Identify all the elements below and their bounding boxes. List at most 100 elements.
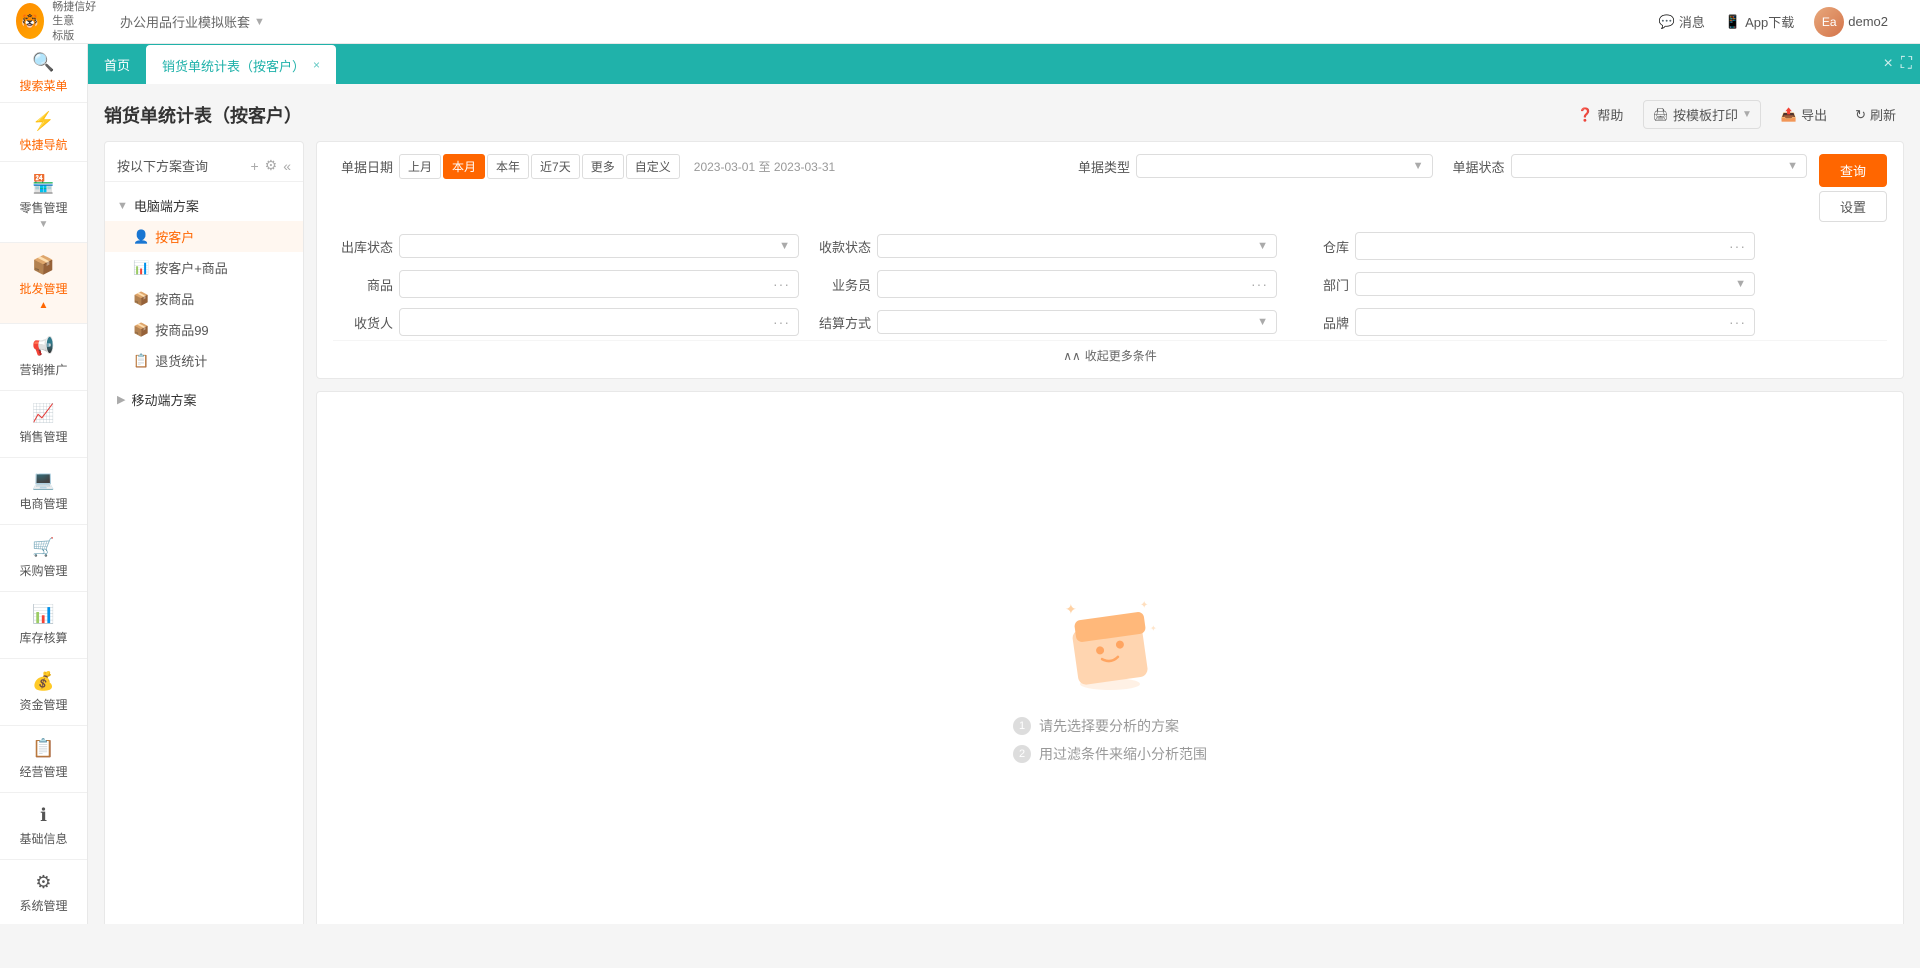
date-label: 单据日期: [333, 157, 393, 176]
chevron-down-icon: ▼: [1413, 160, 1424, 172]
info-icon: ℹ: [8, 805, 79, 826]
empty-state-line1: 1 请先选择要分析的方案: [1013, 716, 1207, 736]
brand-select[interactable]: ···: [1355, 308, 1755, 336]
add-scheme-btn[interactable]: +: [250, 158, 258, 174]
out-status-select[interactable]: ▼: [399, 234, 799, 258]
settings-button[interactable]: 设置: [1819, 191, 1887, 222]
date-tab-7days[interactable]: 近7天: [531, 154, 580, 179]
export-btn[interactable]: 📤 导出: [1773, 101, 1835, 128]
date-tab-last-month[interactable]: 上月: [399, 154, 441, 179]
sidebar-item-basic-info[interactable]: ℹ 基础信息: [0, 793, 87, 860]
triangle-down-icon: ▼: [117, 200, 128, 212]
minimize-icon[interactable]: ×: [1883, 55, 1892, 73]
date-tab-custom[interactable]: 自定义: [626, 154, 680, 179]
warehouse-select[interactable]: ···: [1355, 232, 1755, 260]
date-tab-this-month[interactable]: 本月: [443, 154, 485, 179]
scheme-item-by-customer[interactable]: 👤 按客户: [105, 221, 303, 252]
receive-status-label: 收款状态: [811, 237, 871, 256]
sidebar-item-search[interactable]: 🔍 搜索菜单: [0, 44, 87, 103]
refresh-icon: ↻: [1855, 107, 1866, 123]
scheme-item-customer-goods[interactable]: 📊 按客户+商品: [105, 252, 303, 283]
bar-chart-icon: 📊: [133, 260, 149, 276]
finance-icon: 💰: [8, 671, 79, 692]
sidebar-item-wholesale[interactable]: 📦 批发管理 ▲: [0, 243, 87, 324]
tab-close-icon[interactable]: ×: [313, 58, 320, 72]
doc-status-select[interactable]: ▼: [1511, 154, 1808, 178]
inventory-icon: 📊: [8, 604, 79, 625]
collapse-more-btn[interactable]: ∧∧ 收起更多条件: [333, 340, 1887, 370]
sidebar-item-quicknav[interactable]: ⚡ 快捷导航: [0, 103, 87, 162]
search-icon: 🔍: [8, 52, 79, 73]
marketing-icon: 📢: [8, 336, 79, 357]
dept-select[interactable]: ▼: [1355, 272, 1755, 296]
dots-icon: ···: [773, 314, 790, 330]
chevron-up-icon: ▲: [39, 300, 49, 311]
logo-icon: 🐯: [16, 3, 44, 39]
sidebar-item-purchase[interactable]: 🛒 采购管理: [0, 525, 87, 592]
empty-state-text: 1 请先选择要分析的方案 2 用过滤条件来缩小分析范围: [1013, 716, 1207, 764]
scheme-item-return-stats[interactable]: 📋 退货统计: [105, 345, 303, 376]
collapse-scheme-btn[interactable]: «: [283, 158, 291, 174]
maximize-icon[interactable]: ⛶: [1901, 55, 1912, 73]
logo-area: 🐯 畅捷信好生意 标版: [16, 0, 104, 43]
user-menu[interactable]: Ea demo2: [1814, 7, 1888, 37]
refresh-btn[interactable]: ↻ 刷新: [1847, 101, 1904, 128]
scheme-group-mobile-header[interactable]: ▶ 移动端方案: [105, 384, 303, 415]
sidebar-item-finance[interactable]: 💰 资金管理: [0, 659, 87, 726]
retail-icon: 🏪: [8, 174, 79, 195]
app-download-btn[interactable]: 📱 App下载: [1725, 12, 1794, 31]
user-icon: 👤: [133, 229, 149, 245]
payment-method-select[interactable]: ▼: [877, 310, 1277, 334]
export-icon: 📤: [1781, 107, 1797, 123]
chevron-down-icon: ▼: [1257, 240, 1268, 252]
settings-scheme-btn[interactable]: ⚙: [265, 157, 278, 174]
header-title[interactable]: 办公用品行业模拟账套 ▼: [104, 12, 1659, 31]
dept-label: 部门: [1289, 275, 1349, 294]
scheme-item-by-goods[interactable]: 📦 按商品: [105, 283, 303, 314]
sidebar-item-ecommerce[interactable]: 💻 电商管理: [0, 458, 87, 525]
salesperson-label: 业务员: [811, 275, 871, 294]
main-layout: 🔍 搜索菜单 ⚡ 快捷导航 🏪 零售管理 ▼ 📦 批发管理 ▲ 📢 营销推广 📈…: [0, 44, 1920, 924]
step2-circle: 2: [1013, 745, 1031, 763]
sidebar-item-marketing[interactable]: 📢 营销推广: [0, 324, 87, 391]
sidebar-item-sales[interactable]: 📈 销售管理: [0, 391, 87, 458]
date-tab-more[interactable]: 更多: [582, 154, 624, 179]
print-btn[interactable]: 🖨 按模板打印 ▼: [1643, 100, 1760, 129]
date-range-text: 2023-03-01 至 2023-03-31: [694, 158, 835, 175]
doc-type-select[interactable]: ▼: [1136, 154, 1433, 178]
help-btn[interactable]: ❓ 帮助: [1569, 101, 1631, 128]
goods-label: 商品: [333, 275, 393, 294]
empty-state-line2: 2 用过滤条件来缩小分析范围: [1013, 744, 1207, 764]
sidebar-item-retail[interactable]: 🏪 零售管理 ▼: [0, 162, 87, 243]
wholesale-icon: 📦: [8, 255, 79, 276]
chevron-down-icon: ▼: [779, 240, 790, 252]
scheme-header: 按以下方案查询 + ⚙ «: [105, 150, 303, 182]
message-btn[interactable]: 💬 消息: [1659, 12, 1705, 31]
app-download-icon: 📱: [1725, 14, 1741, 30]
search-button[interactable]: 查询: [1819, 154, 1887, 187]
chevron-down-icon[interactable]: ▼: [254, 16, 265, 28]
tab-bar-actions: × ⛶: [1883, 55, 1920, 73]
receive-status-select[interactable]: ▼: [877, 234, 1277, 258]
page-title: 销货单统计表（按客户）: [104, 102, 302, 128]
scheme-item-by-goods99[interactable]: 📦 按商品99: [105, 314, 303, 345]
sidebar-item-inventory[interactable]: 📊 库存核算: [0, 592, 87, 659]
tab-active[interactable]: 销货单统计表（按客户） ×: [146, 45, 336, 85]
empty-state: ✦ ✦ ✦ 1 请先选择要分析的方案 2: [316, 391, 1904, 924]
content-area: 首页 销货单统计表（按客户） × × ⛶ 销货单统计表（按客户） ❓ 帮助: [88, 44, 1920, 924]
salesperson-select[interactable]: ···: [877, 270, 1277, 298]
date-tab-this-year[interactable]: 本年: [487, 154, 529, 179]
svg-text:✦: ✦: [1140, 600, 1148, 611]
system-icon: ⚙: [8, 872, 79, 893]
recipient-select[interactable]: ···: [399, 308, 799, 336]
goods-select[interactable]: ···: [399, 270, 799, 298]
scheme-group-mobile: ▶ 移动端方案: [105, 380, 303, 419]
scheme-group-desktop-header[interactable]: ▼ 电脑端方案: [105, 190, 303, 221]
tab-home[interactable]: 首页: [88, 44, 146, 84]
main-panel: 按以下方案查询 + ⚙ « ▼ 电脑端方案 👤: [104, 141, 1904, 924]
box-icon: 📦: [133, 291, 149, 307]
sidebar-item-system[interactable]: ⚙ 系统管理: [0, 860, 87, 924]
sidebar-item-management[interactable]: 📋 经营管理: [0, 726, 87, 793]
date-tabs: 上月 本月 本年 近7天 更多 自定义: [399, 154, 680, 179]
empty-state-image: ✦ ✦ ✦: [1050, 576, 1170, 696]
